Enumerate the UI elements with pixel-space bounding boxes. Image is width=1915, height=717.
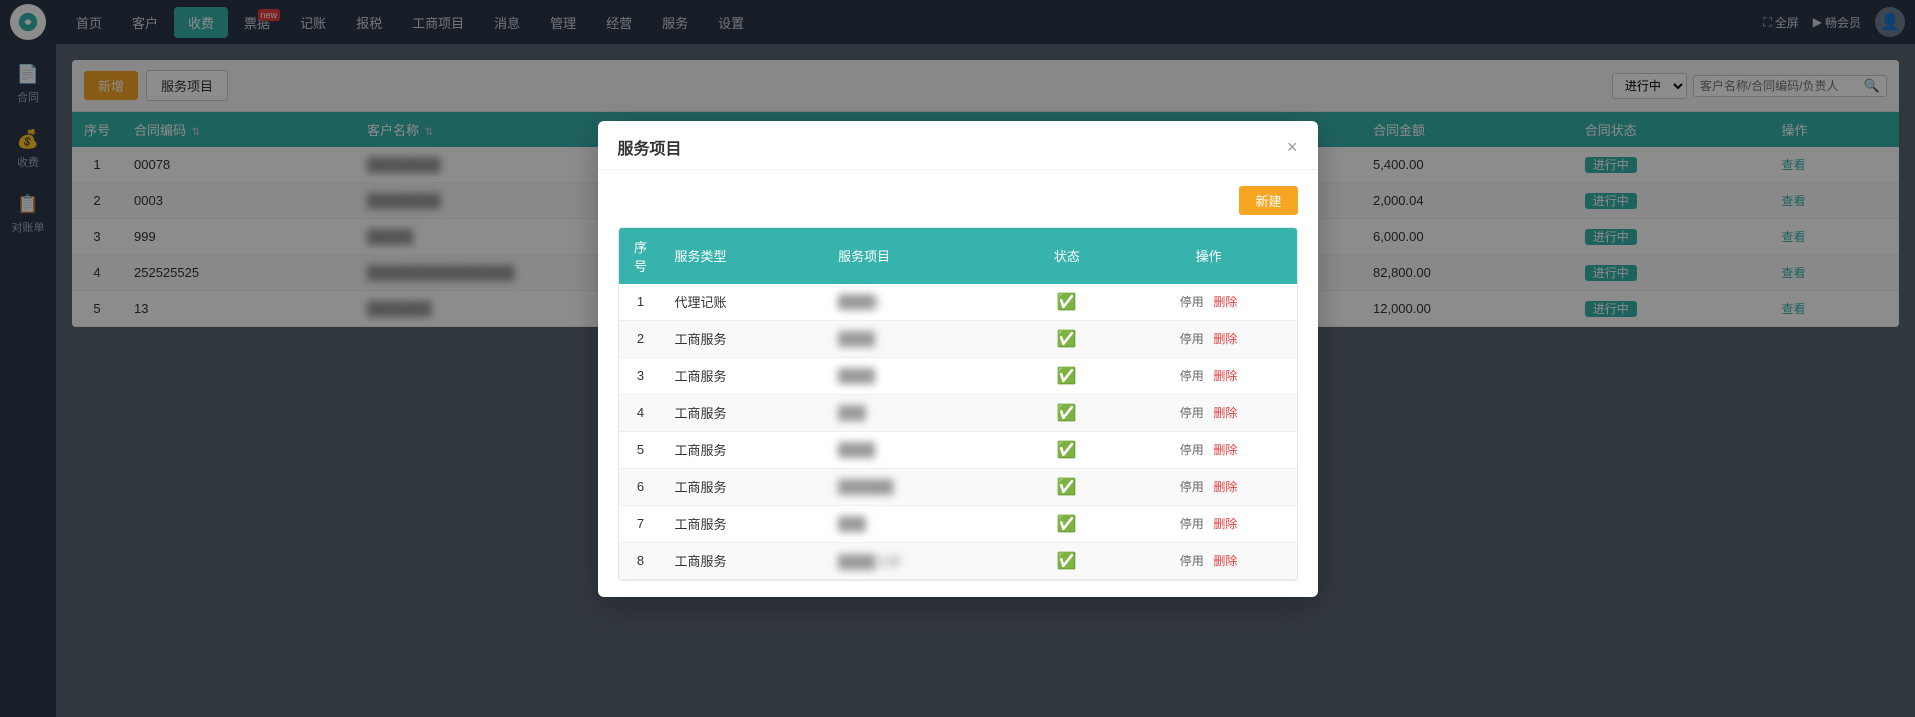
modal-cell-item: ████注册 [826, 542, 1013, 579]
delete-button[interactable]: 删除 [1213, 517, 1237, 531]
modal-col-index: 序号 [619, 228, 663, 284]
stop-button[interactable]: 停用 [1180, 443, 1204, 457]
modal-cell-item: ███ [826, 394, 1013, 431]
status-check-icon: ✅ [1057, 516, 1077, 533]
modal-table-wrap[interactable]: 序号 服务类型 服务项目 状态 操作 1 代理记账 ████1 ✅ 停用 删除 … [618, 227, 1298, 581]
modal-cell-status: ✅ [1013, 394, 1121, 431]
status-check-icon: ✅ [1057, 479, 1077, 496]
modal-cell-status: ✅ [1013, 468, 1121, 505]
modal-cell-status: ✅ [1013, 320, 1121, 357]
modal-table-row: 8 工商服务 ████注册 ✅ 停用 删除 [619, 542, 1297, 579]
modal-cell-item: ███ [826, 505, 1013, 542]
stop-button[interactable]: 停用 [1180, 369, 1204, 383]
stop-button[interactable]: 停用 [1180, 406, 1204, 420]
modal-cell-type: 工商服务 [663, 320, 827, 357]
modal-cell-index: 8 [619, 542, 663, 579]
modal-col-status: 状态 [1013, 228, 1121, 284]
delete-button[interactable]: 删除 [1213, 480, 1237, 494]
stop-button[interactable]: 停用 [1180, 517, 1204, 531]
modal-header: 服务项目 × [598, 121, 1318, 170]
modal-table-row: 7 工商服务 ███ ✅ 停用 删除 [619, 505, 1297, 542]
modal-cell-type: 工商服务 [663, 357, 827, 394]
modal-table-row: 3 工商服务 ████ ✅ 停用 删除 [619, 357, 1297, 394]
modal-cell-index: 4 [619, 394, 663, 431]
modal-body: 新建 序号 服务类型 服务项目 状态 操作 1 代理记账 [598, 170, 1318, 597]
modal-cell-item: ████ [826, 320, 1013, 357]
modal-overlay[interactable]: 服务项目 × 新建 序号 服务类型 服务项目 状态 操作 [0, 0, 1915, 717]
stop-button[interactable]: 停用 [1180, 295, 1204, 309]
modal-cell-type: 工商服务 [663, 431, 827, 468]
modal-col-service-type: 服务类型 [663, 228, 827, 284]
modal-cell-item: ██████ [826, 468, 1013, 505]
status-check-icon: ✅ [1057, 405, 1077, 422]
stop-button[interactable]: 停用 [1180, 554, 1204, 568]
modal-cell-status: ✅ [1013, 505, 1121, 542]
service-items-modal: 服务项目 × 新建 序号 服务类型 服务项目 状态 操作 [598, 121, 1318, 597]
modal-close-button[interactable]: × [1287, 138, 1298, 156]
modal-cell-index: 5 [619, 431, 663, 468]
modal-cell-index: 7 [619, 505, 663, 542]
modal-cell-index: 1 [619, 284, 663, 321]
modal-new-button[interactable]: 新建 [1239, 186, 1297, 215]
modal-table-row: 1 代理记账 ████1 ✅ 停用 删除 [619, 284, 1297, 321]
modal-cell-action: 停用 删除 [1121, 542, 1297, 579]
service-items-table: 序号 服务类型 服务项目 状态 操作 1 代理记账 ████1 ✅ 停用 删除 … [619, 228, 1297, 580]
modal-col-action: 操作 [1121, 228, 1297, 284]
modal-cell-type: 工商服务 [663, 468, 827, 505]
modal-cell-item: ████ [826, 357, 1013, 394]
modal-cell-action: 停用 删除 [1121, 284, 1297, 321]
modal-cell-type: 工商服务 [663, 394, 827, 431]
status-check-icon: ✅ [1057, 294, 1077, 311]
modal-table-row: 2 工商服务 ████ ✅ 停用 删除 [619, 320, 1297, 357]
modal-col-service-item: 服务项目 [826, 228, 1013, 284]
modal-cell-type: 工商服务 [663, 542, 827, 579]
status-check-icon: ✅ [1057, 368, 1077, 385]
modal-cell-status: ✅ [1013, 284, 1121, 321]
delete-button[interactable]: 删除 [1213, 443, 1237, 457]
modal-cell-status: ✅ [1013, 357, 1121, 394]
status-check-icon: ✅ [1057, 331, 1077, 348]
modal-cell-action: 停用 删除 [1121, 431, 1297, 468]
modal-cell-item: ████1 [826, 284, 1013, 321]
stop-button[interactable]: 停用 [1180, 332, 1204, 346]
modal-toolbar: 新建 [618, 186, 1298, 215]
status-check-icon: ✅ [1057, 442, 1077, 459]
modal-cell-item: ████ [826, 431, 1013, 468]
modal-table-row: 4 工商服务 ███ ✅ 停用 删除 [619, 394, 1297, 431]
modal-cell-type: 工商服务 [663, 505, 827, 542]
stop-button[interactable]: 停用 [1180, 480, 1204, 494]
delete-button[interactable]: 删除 [1213, 295, 1237, 309]
modal-cell-index: 6 [619, 468, 663, 505]
modal-table-row: 5 工商服务 ████ ✅ 停用 删除 [619, 431, 1297, 468]
modal-title: 服务项目 [618, 135, 682, 159]
delete-button[interactable]: 删除 [1213, 554, 1237, 568]
modal-cell-action: 停用 删除 [1121, 394, 1297, 431]
modal-cell-index: 2 [619, 320, 663, 357]
modal-cell-type: 代理记账 [663, 284, 827, 321]
delete-button[interactable]: 删除 [1213, 369, 1237, 383]
status-check-icon: ✅ [1057, 553, 1077, 570]
modal-cell-action: 停用 删除 [1121, 468, 1297, 505]
modal-cell-action: 停用 删除 [1121, 505, 1297, 542]
modal-cell-action: 停用 删除 [1121, 320, 1297, 357]
modal-cell-action: 停用 删除 [1121, 357, 1297, 394]
delete-button[interactable]: 删除 [1213, 332, 1237, 346]
modal-cell-status: ✅ [1013, 542, 1121, 579]
modal-cell-status: ✅ [1013, 431, 1121, 468]
delete-button[interactable]: 删除 [1213, 406, 1237, 420]
modal-cell-index: 3 [619, 357, 663, 394]
modal-table-row: 6 工商服务 ██████ ✅ 停用 删除 [619, 468, 1297, 505]
